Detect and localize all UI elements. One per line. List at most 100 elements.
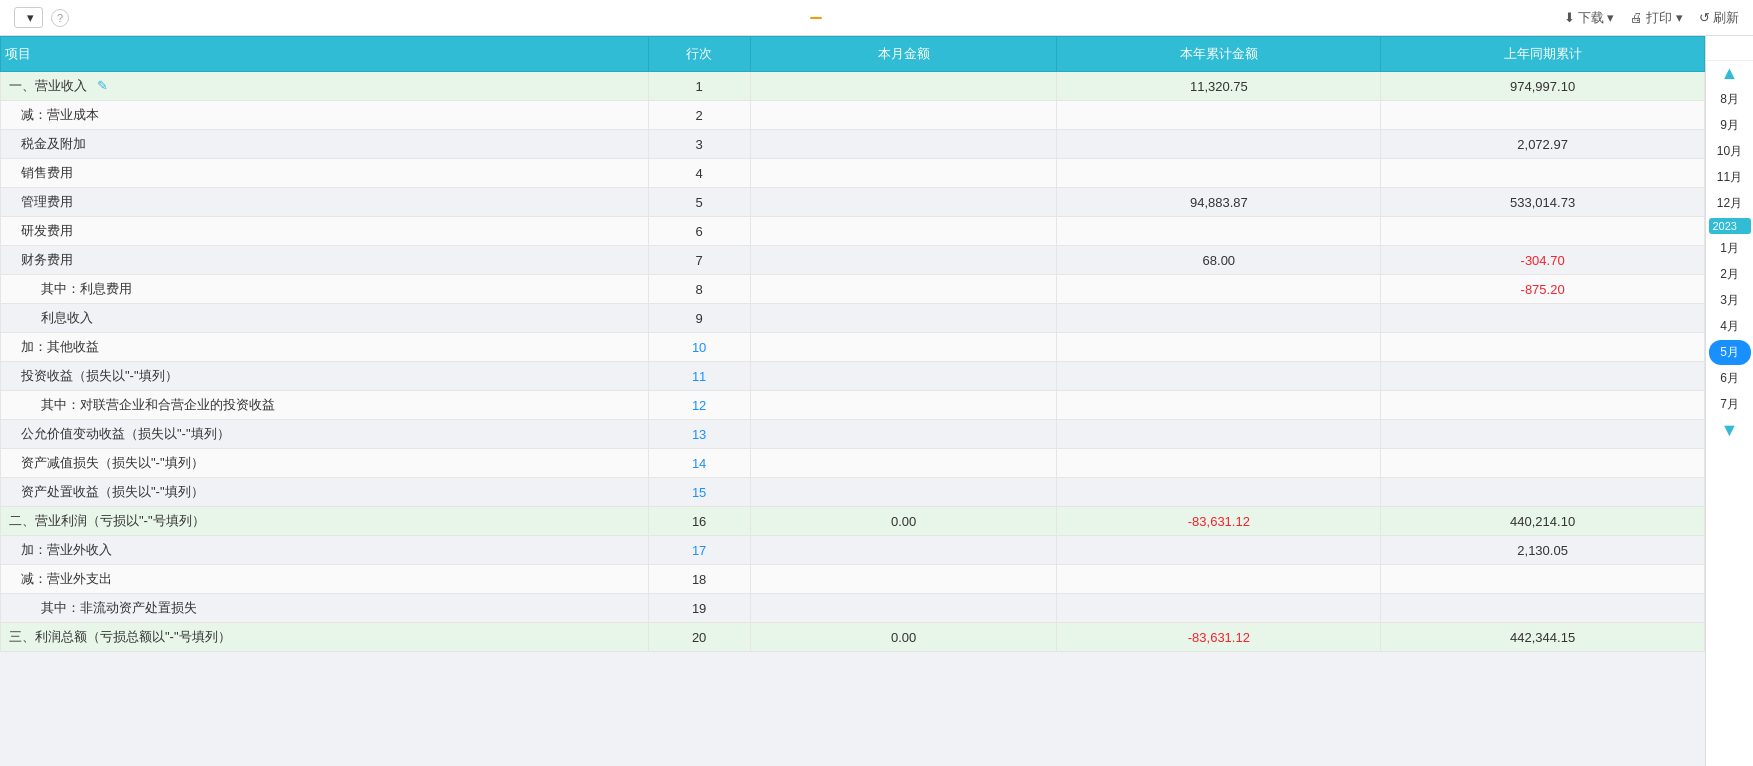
row-num-cell: 18	[648, 565, 750, 594]
year-total-cell	[1057, 275, 1381, 304]
table-row[interactable]: 其中：对联营企业和合营企业的投资收益12	[1, 391, 1705, 420]
item-cell: 税金及附加	[1, 130, 649, 159]
sidebar-month-item[interactable]: 9月	[1709, 113, 1751, 138]
row-num-cell[interactable]: 14	[648, 449, 750, 478]
sidebar-month-item[interactable]: 1月	[1709, 236, 1751, 261]
header-month: 本月金额	[750, 37, 1057, 72]
top-bar-left: ▾ ?	[14, 7, 69, 28]
sidebar-month-item[interactable]: 4月	[1709, 314, 1751, 339]
item-cell: 利息收入	[1, 304, 649, 333]
year-total-cell	[1057, 304, 1381, 333]
row-num-cell[interactable]: 13	[648, 420, 750, 449]
table-row[interactable]: 资产减值损失（损失以"-"填列）14	[1, 449, 1705, 478]
download-button[interactable]: ⬇ 下载 ▾	[1564, 9, 1615, 27]
month-value-cell	[750, 246, 1057, 275]
item-cell: 加：营业外收入	[1, 536, 649, 565]
sidebar-month-item[interactable]: 10月	[1709, 139, 1751, 164]
month-value-cell	[750, 159, 1057, 188]
prev-year-cell: 2,072.97	[1381, 130, 1705, 159]
table-row[interactable]: 财务费用768.00-304.70	[1, 246, 1705, 275]
row-num-cell[interactable]: 11	[648, 362, 750, 391]
table-row[interactable]: 销售费用4	[1, 159, 1705, 188]
year-total-cell	[1057, 391, 1381, 420]
item-cell: 三、利润总额（亏损总额以"-"号填列）	[1, 623, 649, 652]
month-value-cell: 0.00	[750, 623, 1057, 652]
table-row[interactable]: 其中：利息费用8-875.20	[1, 275, 1705, 304]
prev-year-cell	[1381, 420, 1705, 449]
page-title-area	[794, 17, 822, 19]
sidebar-month-item[interactable]: 3月	[1709, 288, 1751, 313]
scope-dropdown[interactable]: ▾	[14, 7, 43, 28]
sidebar-month-item[interactable]: 2月	[1709, 262, 1751, 287]
year-total-cell: -83,631.12	[1057, 507, 1381, 536]
sidebar-month-item[interactable]: 11月	[1709, 165, 1751, 190]
table-row[interactable]: 三、利润总额（亏损总额以"-"号填列）200.00-83,631.12442,3…	[1, 623, 1705, 652]
row-num-cell[interactable]: 17	[648, 536, 750, 565]
year-total-cell	[1057, 101, 1381, 130]
sidebar-month-item[interactable]: 8月	[1709, 87, 1751, 112]
row-num-cell: 19	[648, 594, 750, 623]
month-value-cell	[750, 188, 1057, 217]
row-num-cell: 8	[648, 275, 750, 304]
nav-down[interactable]: ▼	[1719, 418, 1741, 443]
row-num-cell: 16	[648, 507, 750, 536]
row-num-cell: 6	[648, 217, 750, 246]
table-row[interactable]: 二、营业利润（亏损以"-"号填列）160.00-83,631.12440,214…	[1, 507, 1705, 536]
sidebar-month-item[interactable]: 5月	[1709, 340, 1751, 365]
table-area[interactable]: 项目 行次 本月金额 本年累计金额 上年同期累计 一、营业收入 ✎111,320…	[0, 36, 1705, 766]
month-value-cell	[750, 478, 1057, 507]
row-num-cell: 1	[648, 72, 750, 101]
sidebar-month-item[interactable]: 6月	[1709, 366, 1751, 391]
year-total-cell	[1057, 333, 1381, 362]
table-row[interactable]: 减：营业成本2	[1, 101, 1705, 130]
month-value-cell	[750, 449, 1057, 478]
table-row[interactable]: 利息收入9	[1, 304, 1705, 333]
header-year: 本年累计金额	[1057, 37, 1381, 72]
row-num-cell[interactable]: 12	[648, 391, 750, 420]
item-cell: 一、营业收入 ✎	[1, 72, 649, 101]
table-row[interactable]: 加：营业外收入172,130.05	[1, 536, 1705, 565]
nav-up[interactable]: ▲	[1719, 61, 1741, 86]
prev-year-cell	[1381, 565, 1705, 594]
table-row[interactable]: 研发费用6	[1, 217, 1705, 246]
row-num-cell[interactable]: 15	[648, 478, 750, 507]
help-icon[interactable]: ?	[51, 9, 69, 27]
year-total-cell	[1057, 536, 1381, 565]
print-icon: 🖨	[1630, 10, 1643, 25]
main-container: ▾ ? ⬇ 下载 ▾ 🖨 打印 ▾ ↺ 刷新	[0, 0, 1753, 766]
month-value-cell	[750, 362, 1057, 391]
table-row[interactable]: 管理费用594,883.87533,014.73	[1, 188, 1705, 217]
prev-year-cell	[1381, 159, 1705, 188]
header-prev: 上年同期累计	[1381, 37, 1705, 72]
prev-year-cell	[1381, 594, 1705, 623]
table-row[interactable]: 投资收益（损失以"-"填列）11	[1, 362, 1705, 391]
table-row[interactable]: 一、营业收入 ✎111,320.75974,997.10	[1, 72, 1705, 101]
table-row[interactable]: 资产处置收益（损失以"-"填列）15	[1, 478, 1705, 507]
sidebar-month-item[interactable]: 2023	[1709, 218, 1751, 234]
print-button[interactable]: 🖨 打印 ▾	[1630, 9, 1683, 27]
item-cell: 管理费用	[1, 188, 649, 217]
month-value-cell	[750, 304, 1057, 333]
sidebar-month-item[interactable]: 12月	[1709, 191, 1751, 216]
table-row[interactable]: 税金及附加32,072.97	[1, 130, 1705, 159]
item-cell: 加：其他收益	[1, 333, 649, 362]
item-cell: 研发费用	[1, 217, 649, 246]
refresh-button[interactable]: ↺ 刷新	[1699, 9, 1739, 27]
month-value-cell	[750, 391, 1057, 420]
table-row[interactable]: 公允价值变动收益（损失以"-"填列）13	[1, 420, 1705, 449]
download-icon: ⬇	[1564, 10, 1575, 25]
table-row[interactable]: 减：营业外支出18	[1, 565, 1705, 594]
item-cell: 二、营业利润（亏损以"-"号填列）	[1, 507, 649, 536]
month-value-cell	[750, 420, 1057, 449]
right-sidebar: ▲ 8月9月10月11月12月 2023 1月2月3月4月5月6月7月 ▼	[1705, 36, 1753, 766]
table-row[interactable]: 加：其他收益10	[1, 333, 1705, 362]
item-cell: 资产减值损失（损失以"-"填列）	[1, 449, 649, 478]
prev-year-cell: 974,997.10	[1381, 72, 1705, 101]
prev-year-cell: -875.20	[1381, 275, 1705, 304]
table-row[interactable]: 其中：非流动资产处置损失19	[1, 594, 1705, 623]
sidebar-month-item[interactable]: 7月	[1709, 392, 1751, 417]
year-total-cell	[1057, 130, 1381, 159]
header-item: 项目	[1, 37, 649, 72]
edit-icon[interactable]: ✎	[93, 78, 108, 93]
row-num-cell[interactable]: 10	[648, 333, 750, 362]
